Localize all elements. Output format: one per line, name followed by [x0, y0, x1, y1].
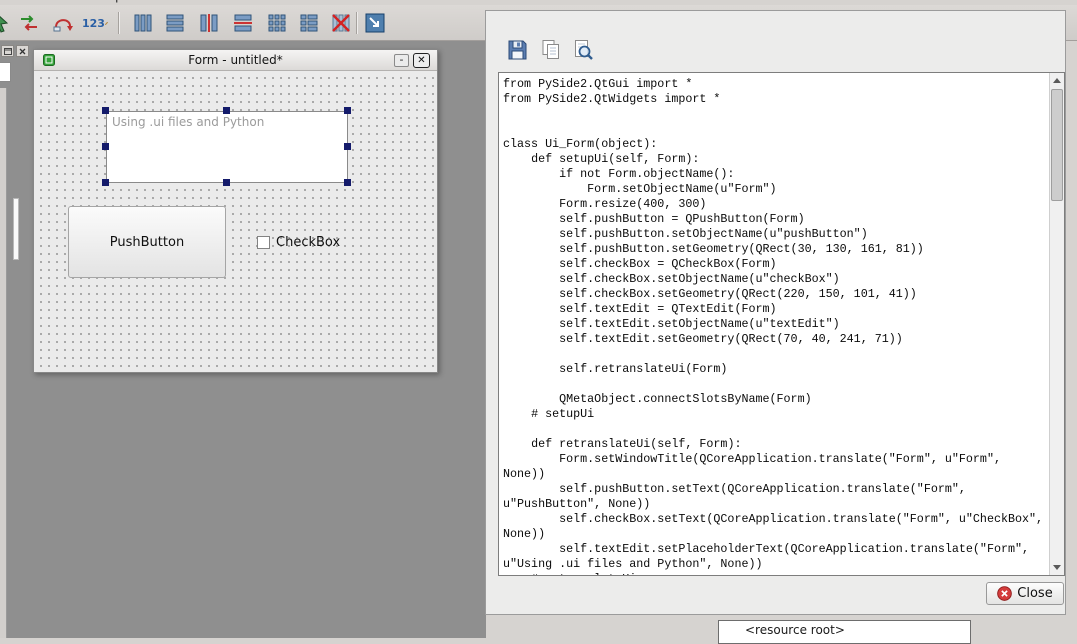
form-canvas[interactable]: Using .ui files and Python PushButton Ch…	[34, 71, 437, 372]
pencil-icon	[105, 15, 108, 31]
copy-icon	[539, 38, 563, 62]
scroll-down-button[interactable]	[1050, 560, 1064, 575]
checkbox-widget[interactable]: CheckBox	[257, 235, 340, 250]
selection-handle-bottom-left[interactable]	[102, 179, 109, 186]
close-dialog-button[interactable]: Close	[986, 582, 1064, 605]
close-dialog-label: Close	[1017, 586, 1052, 601]
form-window-titlebar[interactable]: Form - untitled* - ✕	[34, 50, 437, 71]
pushbutton-widget[interactable]: PushButton	[68, 206, 226, 278]
layout-vertical-splitter-button[interactable]	[230, 10, 256, 36]
break-layout-icon	[330, 12, 352, 34]
save-button[interactable]	[504, 37, 530, 63]
adjust-size-button[interactable]	[362, 10, 388, 36]
layout-horizontal-button[interactable]	[130, 10, 156, 36]
break-layout-button[interactable]	[328, 10, 354, 36]
checkbox-indicator[interactable]	[257, 236, 270, 249]
signals-slots-icon	[18, 12, 40, 34]
edit-widgets-button[interactable]	[0, 10, 14, 36]
dock-float-button[interactable]	[1, 45, 14, 57]
textedit-widget[interactable]: Using .ui files and Python	[106, 111, 348, 183]
layout-vertical-icon	[164, 12, 186, 34]
save-icon	[505, 38, 529, 62]
selection-handle-left[interactable]	[102, 143, 109, 150]
layout-horizontal-icon	[132, 12, 154, 34]
layout-horizontal-splitter-icon	[198, 12, 220, 34]
layout-grid-icon	[266, 12, 288, 34]
layout-vertical-button[interactable]	[162, 10, 188, 36]
copy-button[interactable]	[538, 37, 564, 63]
close-icon	[19, 48, 26, 55]
scroll-up-button[interactable]	[1050, 73, 1064, 88]
close-button[interactable]: ✕	[413, 53, 430, 68]
widget-box-filter-input[interactable]	[0, 62, 11, 82]
edit-tab-order-button[interactable]: 123	[82, 10, 108, 36]
mdi-area: Form - untitled* - ✕ Using .ui files and…	[0, 41, 486, 638]
layout-vertical-splitter-icon	[232, 12, 254, 34]
code-preview-dialog: from PySide2.QtGui import * from PySide2…	[485, 10, 1066, 615]
generated-code[interactable]: from PySide2.QtGui import * from PySide2…	[499, 73, 1049, 575]
form-editor-window: Form - untitled* - ✕ Using .ui files and…	[33, 49, 438, 373]
adjust-size-icon	[364, 12, 386, 34]
buddies-icon	[52, 12, 74, 34]
arrow-up-icon	[1053, 78, 1061, 83]
selection-handle-top-right[interactable]	[344, 107, 351, 114]
selection-handle-bottom[interactable]	[223, 179, 230, 186]
checkbox-label: CheckBox	[276, 235, 340, 250]
menu-window[interactable]: Window	[28, 0, 75, 3]
form-window-title: Form - untitled*	[34, 53, 437, 67]
layout-horizontal-splitter-button[interactable]	[196, 10, 222, 36]
find-button[interactable]	[570, 37, 596, 63]
layout-form-button[interactable]	[296, 10, 322, 36]
menu-help[interactable]: Help	[95, 0, 122, 3]
toolbar-separator	[356, 12, 357, 34]
scrollbar-thumb[interactable]	[1051, 89, 1063, 201]
edit-buddies-button[interactable]	[50, 10, 76, 36]
selection-handle-bottom-right[interactable]	[344, 179, 351, 186]
layout-grid-button[interactable]	[264, 10, 290, 36]
widget-box-fragment	[13, 198, 19, 260]
qt-designer-screen: { "menubar": { "items": [ { "label": "Wi…	[0, 0, 1077, 638]
resource-browser: <resource root>	[718, 620, 971, 644]
selection-handle-top[interactable]	[223, 107, 230, 114]
code-view[interactable]: from PySide2.QtGui import * from PySide2…	[498, 72, 1065, 576]
edit-widgets-icon	[0, 12, 12, 34]
widget-box-panel	[0, 88, 7, 638]
arrow-down-icon	[1053, 565, 1061, 570]
toolbar-separator	[118, 12, 119, 34]
selection-handle-top-left[interactable]	[102, 107, 109, 114]
layout-form-icon	[298, 12, 320, 34]
code-scrollbar[interactable]	[1049, 73, 1064, 575]
close-circle-icon	[997, 586, 1012, 601]
minimize-button[interactable]: -	[394, 54, 409, 67]
dock-close-button[interactable]	[16, 45, 29, 57]
find-icon	[571, 38, 595, 62]
selection-handle-right[interactable]	[344, 143, 351, 150]
float-icon	[4, 48, 12, 55]
resource-root-item[interactable]: <resource root>	[719, 621, 970, 637]
tab-order-icon: 123	[82, 17, 105, 30]
textedit-placeholder: Using .ui files and Python	[107, 112, 347, 132]
menubar-items: Window Help	[0, 0, 486, 3]
edit-signals-slots-button[interactable]	[16, 10, 42, 36]
